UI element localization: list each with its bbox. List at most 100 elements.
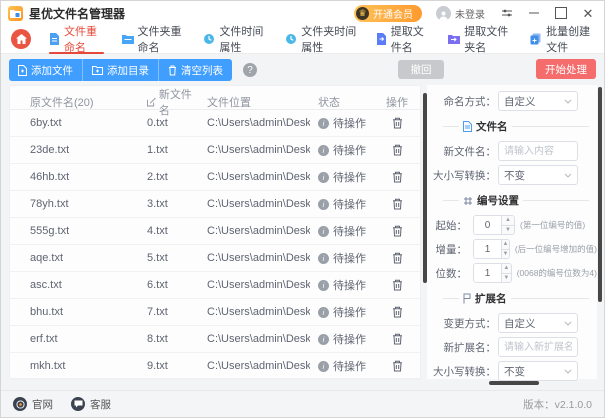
trash-icon xyxy=(392,117,403,129)
numbering-section-icon xyxy=(463,196,473,206)
stepper-up-icon[interactable]: ▲ xyxy=(502,216,514,226)
header-new-name: 新文件名 xyxy=(140,86,198,118)
trash-icon xyxy=(392,252,403,264)
batch-create-icon xyxy=(530,33,542,45)
ext-case-convert-select[interactable]: 不变 xyxy=(498,361,578,381)
stepper-up-icon[interactable]: ▲ xyxy=(502,264,511,274)
start-num-input[interactable] xyxy=(474,216,501,234)
delete-row-button[interactable] xyxy=(390,142,405,158)
stepper-down-icon[interactable]: ▼ xyxy=(502,226,514,235)
trash-icon xyxy=(392,198,403,210)
trash-icon xyxy=(392,144,403,156)
trash-icon xyxy=(392,171,403,183)
numbering-section-header: 编号设置 xyxy=(443,193,597,208)
clear-trash-icon xyxy=(168,65,177,76)
table-scrollbar[interactable] xyxy=(423,93,427,283)
delete-row-button[interactable] xyxy=(390,196,405,212)
tab-folder-rename[interactable]: 文件夹重命名 xyxy=(122,25,186,54)
website-link[interactable]: 官网 xyxy=(13,397,53,412)
home-button[interactable] xyxy=(11,29,31,49)
tab-file-rename[interactable]: 文件重命名 xyxy=(49,25,104,54)
toolbar: 添加文件 添加目录 清空列表 ? 撤回 开始处理 xyxy=(9,59,596,81)
folder-rename-icon xyxy=(122,34,134,44)
naming-mode-select[interactable]: 自定义 xyxy=(498,91,578,111)
digits-stepper[interactable]: ▲▼ xyxy=(473,263,512,283)
new-filename-input[interactable] xyxy=(498,141,578,161)
tab-batch-create[interactable]: 批量创建文件 xyxy=(530,25,594,54)
home-icon xyxy=(16,34,27,44)
undo-button[interactable]: 撤回 xyxy=(398,60,444,79)
table-row: 78yh.txt 3.txt C:\Users\admin\Desktop\..… xyxy=(10,191,420,218)
header-action: 操作 xyxy=(374,94,420,110)
table-row: aqe.txt 5.txt C:\Users\admin\Desktop\...… xyxy=(10,245,420,272)
add-folder-icon xyxy=(92,66,103,75)
info-icon: i xyxy=(318,118,329,129)
table-row: 46hb.txt 2.txt C:\Users\admin\Desktop\..… xyxy=(10,164,420,191)
table-row: bhu.txt 7.txt C:\Users\admin\Desktop\...… xyxy=(10,299,420,326)
increment-stepper[interactable]: ▲▼ xyxy=(473,239,510,259)
avatar-icon xyxy=(436,6,451,21)
start-num-label: 起始： xyxy=(427,218,467,233)
panel-scrollbar[interactable] xyxy=(598,87,602,302)
start-process-button[interactable]: 开始处理 xyxy=(536,59,596,79)
account-area[interactable]: 未登录 xyxy=(436,6,485,21)
delete-row-button[interactable] xyxy=(390,277,405,293)
close-icon[interactable]: ✕ xyxy=(582,7,594,19)
help-icon[interactable]: ? xyxy=(243,63,257,77)
tab-file-time[interactable]: 文件时间属性 xyxy=(203,25,267,54)
digits-hint: (0068的编号位数为4) xyxy=(517,267,597,279)
new-extension-input[interactable] xyxy=(498,337,578,357)
info-icon: i xyxy=(318,307,329,318)
table-row: 6by.txt 0.txt C:\Users\admin\Desktop\...… xyxy=(10,110,420,137)
add-directory-button[interactable]: 添加目录 xyxy=(83,59,159,81)
tab-folder-time[interactable]: 文件夹时间属性 xyxy=(285,25,357,54)
delete-row-button[interactable] xyxy=(390,115,405,131)
tab-extract-filename[interactable]: 提取文件名 xyxy=(376,25,431,54)
delete-row-button[interactable] xyxy=(390,223,405,239)
info-icon: i xyxy=(318,253,329,264)
chevron-down-icon xyxy=(564,99,572,104)
info-icon: i xyxy=(318,226,329,237)
website-icon xyxy=(13,397,27,411)
edit-icon xyxy=(147,97,156,107)
increment-input[interactable] xyxy=(474,240,501,258)
file-actions-group: 添加文件 添加目录 清空列表 xyxy=(9,59,232,81)
table-header: 原文件名(20) 新文件名 文件位置 状态 操作 xyxy=(10,86,420,110)
change-mode-select[interactable]: 自定义 xyxy=(498,313,578,333)
titlebar: 星优文件名管理器 ♛ 开通会员 未登录 ✕ xyxy=(1,1,604,25)
delete-row-button[interactable] xyxy=(390,358,405,374)
maximize-icon[interactable] xyxy=(555,7,567,19)
table-row: mkh.txt 9.txt C:\Users\admin\Desktop\...… xyxy=(10,353,420,380)
case-convert-select[interactable]: 不变 xyxy=(498,165,578,185)
ext-case-convert-label: 大小写转换： xyxy=(427,364,496,379)
chevron-down-icon xyxy=(564,321,572,326)
trash-icon xyxy=(392,225,403,237)
info-icon: i xyxy=(318,280,329,291)
stepper-up-icon[interactable]: ▲ xyxy=(502,240,509,250)
delete-row-button[interactable] xyxy=(390,250,405,266)
minimize-icon[interactable] xyxy=(528,7,540,19)
stepper-down-icon[interactable]: ▼ xyxy=(502,274,511,283)
add-file-icon xyxy=(18,65,27,76)
header-path: 文件位置 xyxy=(198,94,310,110)
trash-icon xyxy=(392,279,403,291)
stepper-down-icon[interactable]: ▼ xyxy=(502,250,509,259)
add-file-button[interactable]: 添加文件 xyxy=(9,59,83,81)
support-link[interactable]: 客服 xyxy=(71,397,111,412)
tab-extract-foldername[interactable]: 提取文件夹名 xyxy=(448,25,512,54)
delete-row-button[interactable] xyxy=(390,304,405,320)
trash-icon xyxy=(392,360,403,372)
start-num-stepper[interactable]: ▲▼ xyxy=(473,215,515,235)
digits-input[interactable] xyxy=(474,264,501,282)
extension-section-icon xyxy=(463,293,471,304)
delete-row-button[interactable] xyxy=(390,169,405,185)
delete-row-button[interactable] xyxy=(390,331,405,347)
clear-list-button[interactable]: 清空列表 xyxy=(159,59,232,81)
digits-label: 位数： xyxy=(427,266,467,281)
settings-icon[interactable] xyxy=(501,7,513,19)
panel-h-scrollbar[interactable] xyxy=(489,381,539,385)
footer: 官网 客服 版本：v2.1.0.0 xyxy=(1,390,604,417)
vip-button[interactable]: ♛ 开通会员 xyxy=(354,5,422,22)
change-mode-label: 变更方式： xyxy=(427,316,496,331)
increment-hint: (后一位编号增加的值) xyxy=(515,243,597,255)
